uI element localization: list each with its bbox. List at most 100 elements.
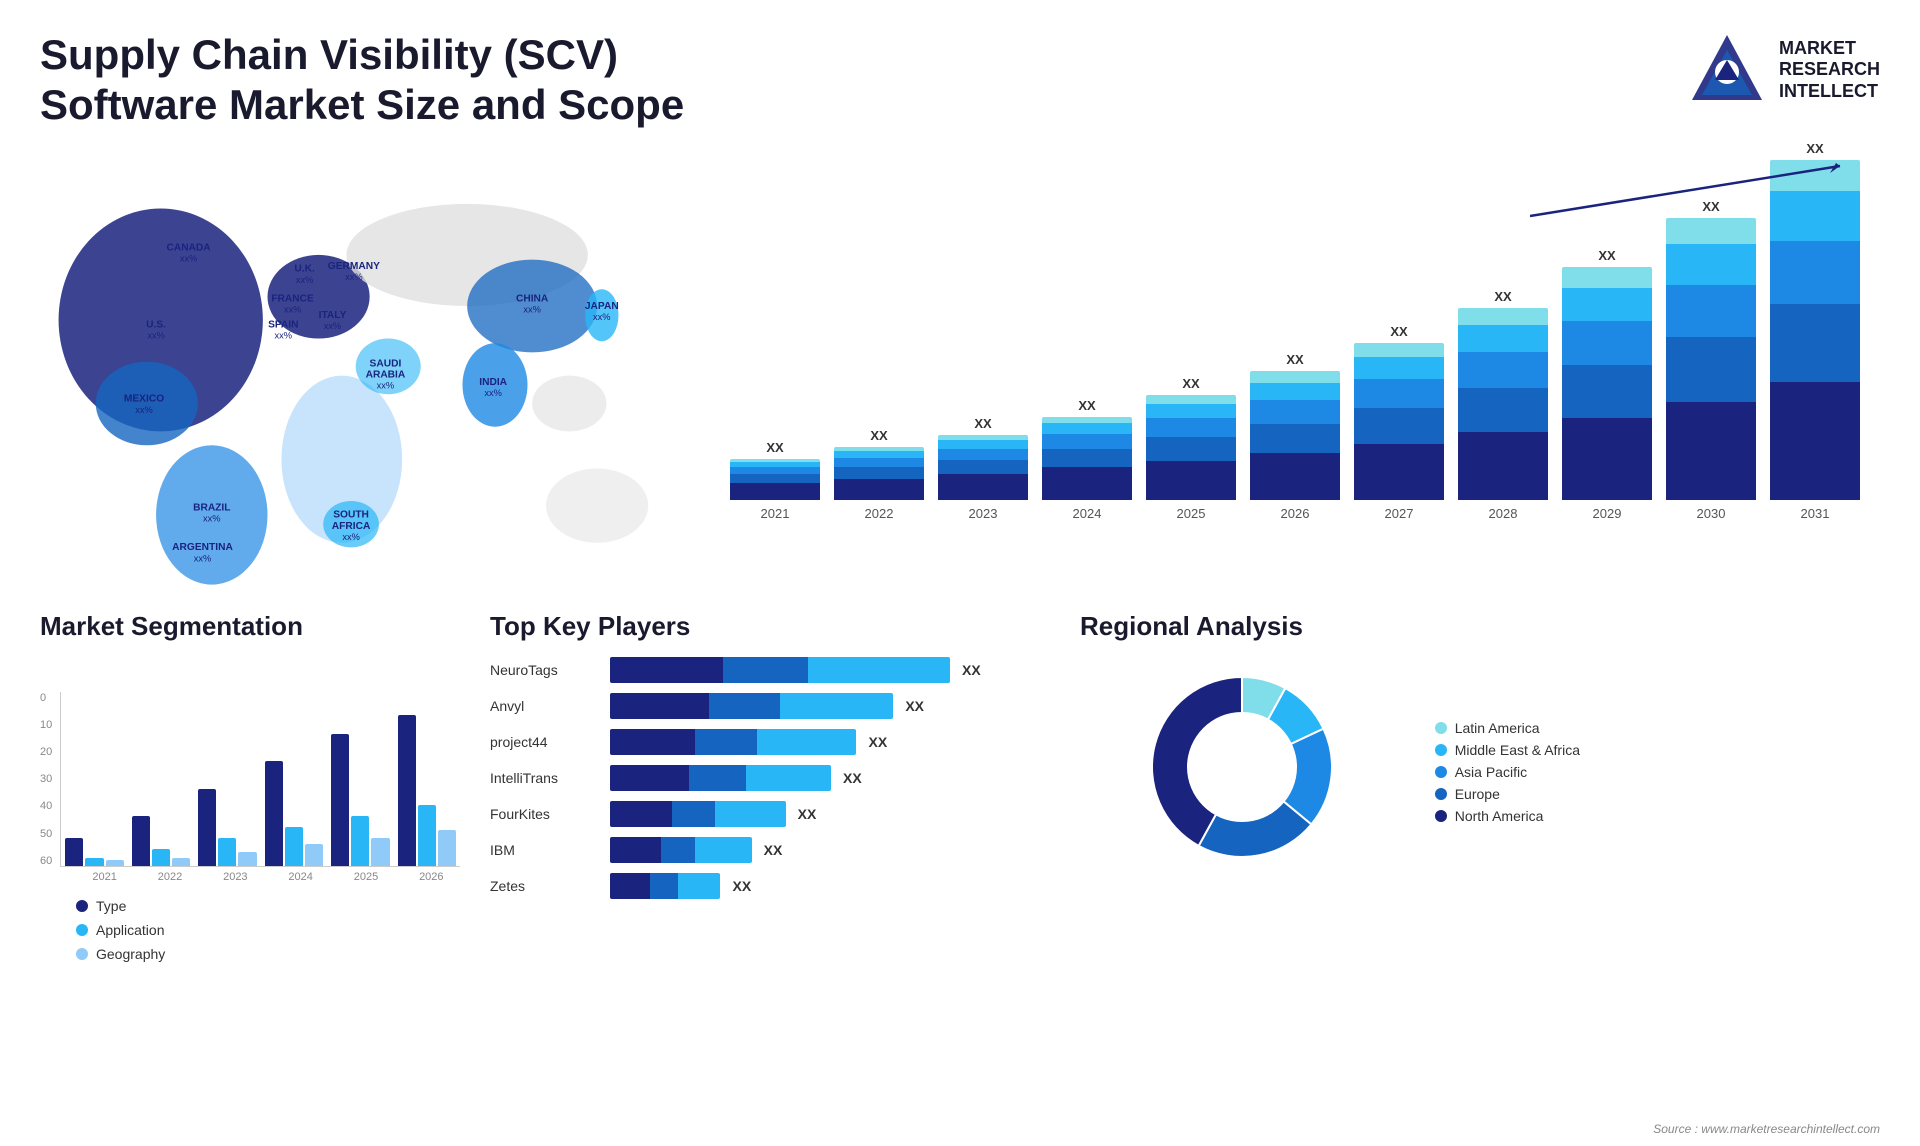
svg-text:ARGENTINA: ARGENTINA	[172, 542, 233, 553]
player-row: FourKites XX	[490, 801, 1050, 827]
svg-text:xx%: xx%	[147, 330, 165, 340]
seg-bar-group	[65, 692, 123, 866]
main-bar-group: XX2026	[1250, 352, 1340, 520]
bar-x-label: 2030	[1697, 506, 1726, 521]
svg-text:ARABIA: ARABIA	[366, 369, 406, 380]
main-bar-group: XX2021	[730, 440, 820, 521]
svg-text:SAUDI: SAUDI	[370, 358, 402, 369]
svg-text:CHINA: CHINA	[516, 293, 549, 304]
bar-value-label: XX	[1702, 199, 1719, 214]
bar-x-label: 2028	[1489, 506, 1518, 521]
bar-value-label: XX	[1390, 324, 1407, 339]
seg-y-axis: 60 50 40 30 20 10 0	[40, 692, 60, 867]
page: Supply Chain Visibility (SCV) Software M…	[0, 0, 1920, 1146]
legend-item-geography: Geography	[76, 946, 460, 962]
svg-text:FRANCE: FRANCE	[271, 293, 314, 304]
bar-value-label: XX	[1182, 376, 1199, 391]
world-map-svg: CANADA xx% U.S. xx% MEXICO xx% BRAZIL xx…	[40, 151, 690, 591]
seg-bar-group	[198, 692, 256, 866]
seg-bar-group	[265, 692, 323, 866]
players-list: NeuroTagsXXAnvylXXproject44XXIntelliTran…	[490, 657, 1050, 899]
bar-x-label: 2026	[1281, 506, 1310, 521]
player-row: IBMXX	[490, 837, 1050, 863]
map-section: CANADA xx% U.S. xx% MEXICO xx% BRAZIL xx…	[40, 151, 690, 591]
player-name: project44	[490, 734, 610, 750]
svg-text:xx%: xx%	[342, 532, 360, 542]
seg-bar-group	[398, 692, 456, 866]
legend-asia-pacific: Asia Pacific	[1435, 764, 1580, 780]
player-name: IntelliTrans	[490, 770, 610, 786]
bar-value-label: XX	[1078, 398, 1095, 413]
logo-icon	[1687, 30, 1767, 110]
main-bar-group: XX 2031	[1770, 141, 1860, 521]
bar-x-label: 2031	[1801, 506, 1830, 521]
svg-text:xx%: xx%	[180, 253, 198, 263]
bottom-grid: Market Segmentation 60 50 40 30 20 10 0 …	[40, 611, 1880, 962]
main-bar-group: XX2024	[1042, 398, 1132, 521]
source-text: Source : www.marketresearchintellect.com	[1653, 1122, 1880, 1136]
page-title: Supply Chain Visibility (SCV) Software M…	[40, 30, 740, 131]
svg-text:xx%: xx%	[284, 304, 302, 314]
bar-x-label: 2022	[865, 506, 894, 521]
svg-text:ITALY: ITALY	[319, 310, 347, 321]
player-xx-label: XX	[962, 662, 981, 678]
player-name: FourKites	[490, 806, 610, 822]
svg-text:xx%: xx%	[135, 405, 153, 415]
bar-value-label: XX	[1494, 289, 1511, 304]
bar-value-label: XX	[1806, 141, 1823, 156]
bar-value-label: XX	[974, 416, 991, 431]
seg-bar-group	[132, 692, 190, 866]
main-bar-group: XX 2029	[1562, 248, 1652, 521]
svg-text:xx%: xx%	[345, 272, 363, 282]
header: Supply Chain Visibility (SCV) Software M…	[40, 30, 1880, 131]
svg-text:JAPAN: JAPAN	[585, 301, 619, 312]
svg-text:AFRICA: AFRICA	[332, 521, 371, 532]
player-xx-label: XX	[798, 806, 817, 822]
main-bar-group: XX 2027	[1354, 324, 1444, 520]
players-section: Top Key Players NeuroTagsXXAnvylXXprojec…	[490, 611, 1050, 962]
bar-x-label: 2027	[1385, 506, 1414, 521]
bar-x-label: 2021	[761, 506, 790, 521]
seg-legend: Type Application Geography	[40, 898, 460, 962]
svg-text:xx%: xx%	[593, 312, 611, 322]
svg-text:xx%: xx%	[377, 380, 395, 390]
regional-title: Regional Analysis	[1080, 611, 1580, 642]
svg-text:BRAZIL: BRAZIL	[193, 502, 230, 513]
player-row: project44 XX	[490, 729, 1050, 755]
bar-value-label: XX	[1598, 248, 1615, 263]
legend-north-america: North America	[1435, 808, 1580, 824]
segmentation-title: Market Segmentation	[40, 611, 460, 642]
player-row: IntelliTrans XX	[490, 765, 1050, 791]
logo-area: MARKET RESEARCH INTELLECT	[1687, 30, 1880, 110]
svg-text:CANADA: CANADA	[166, 242, 211, 253]
main-bar-group: XX 2030	[1666, 199, 1756, 520]
svg-text:xx%: xx%	[523, 304, 541, 314]
legend-item-type: Type	[76, 898, 460, 914]
svg-text:GERMANY: GERMANY	[328, 261, 380, 272]
main-bar-group: XX 2022	[834, 428, 924, 521]
main-bar-group: XX 2025	[1146, 376, 1236, 521]
main-bar-group: XX 2028	[1458, 289, 1548, 521]
player-xx-label: XX	[905, 698, 924, 714]
player-xx-label: XX	[868, 734, 887, 750]
bar-chart-section: XX2021XX2022XX2023XX2024XX2025XX2026XX20…	[710, 151, 1880, 591]
players-title: Top Key Players	[490, 611, 1050, 642]
segmentation-section: Market Segmentation 60 50 40 30 20 10 0 …	[40, 611, 460, 962]
svg-text:xx%: xx%	[484, 388, 502, 398]
player-xx-label: XX	[843, 770, 862, 786]
svg-text:MEXICO: MEXICO	[124, 393, 164, 404]
donut-chart	[1132, 657, 1352, 877]
bar-x-label: 2029	[1593, 506, 1622, 521]
svg-text:xx%: xx%	[296, 275, 314, 285]
svg-text:SPAIN: SPAIN	[268, 319, 298, 330]
player-xx-label: XX	[764, 842, 783, 858]
bar-value-label: XX	[870, 428, 887, 443]
svg-text:U.K.: U.K.	[294, 263, 315, 274]
player-name: Zetes	[490, 878, 610, 894]
bar-x-label: 2023	[969, 506, 998, 521]
player-name: NeuroTags	[490, 662, 610, 678]
legend-middle-east-africa: Middle East & Africa	[1435, 742, 1580, 758]
svg-text:xx%: xx%	[194, 553, 212, 563]
bar-x-label: 2025	[1177, 506, 1206, 521]
player-name: Anvyl	[490, 698, 610, 714]
